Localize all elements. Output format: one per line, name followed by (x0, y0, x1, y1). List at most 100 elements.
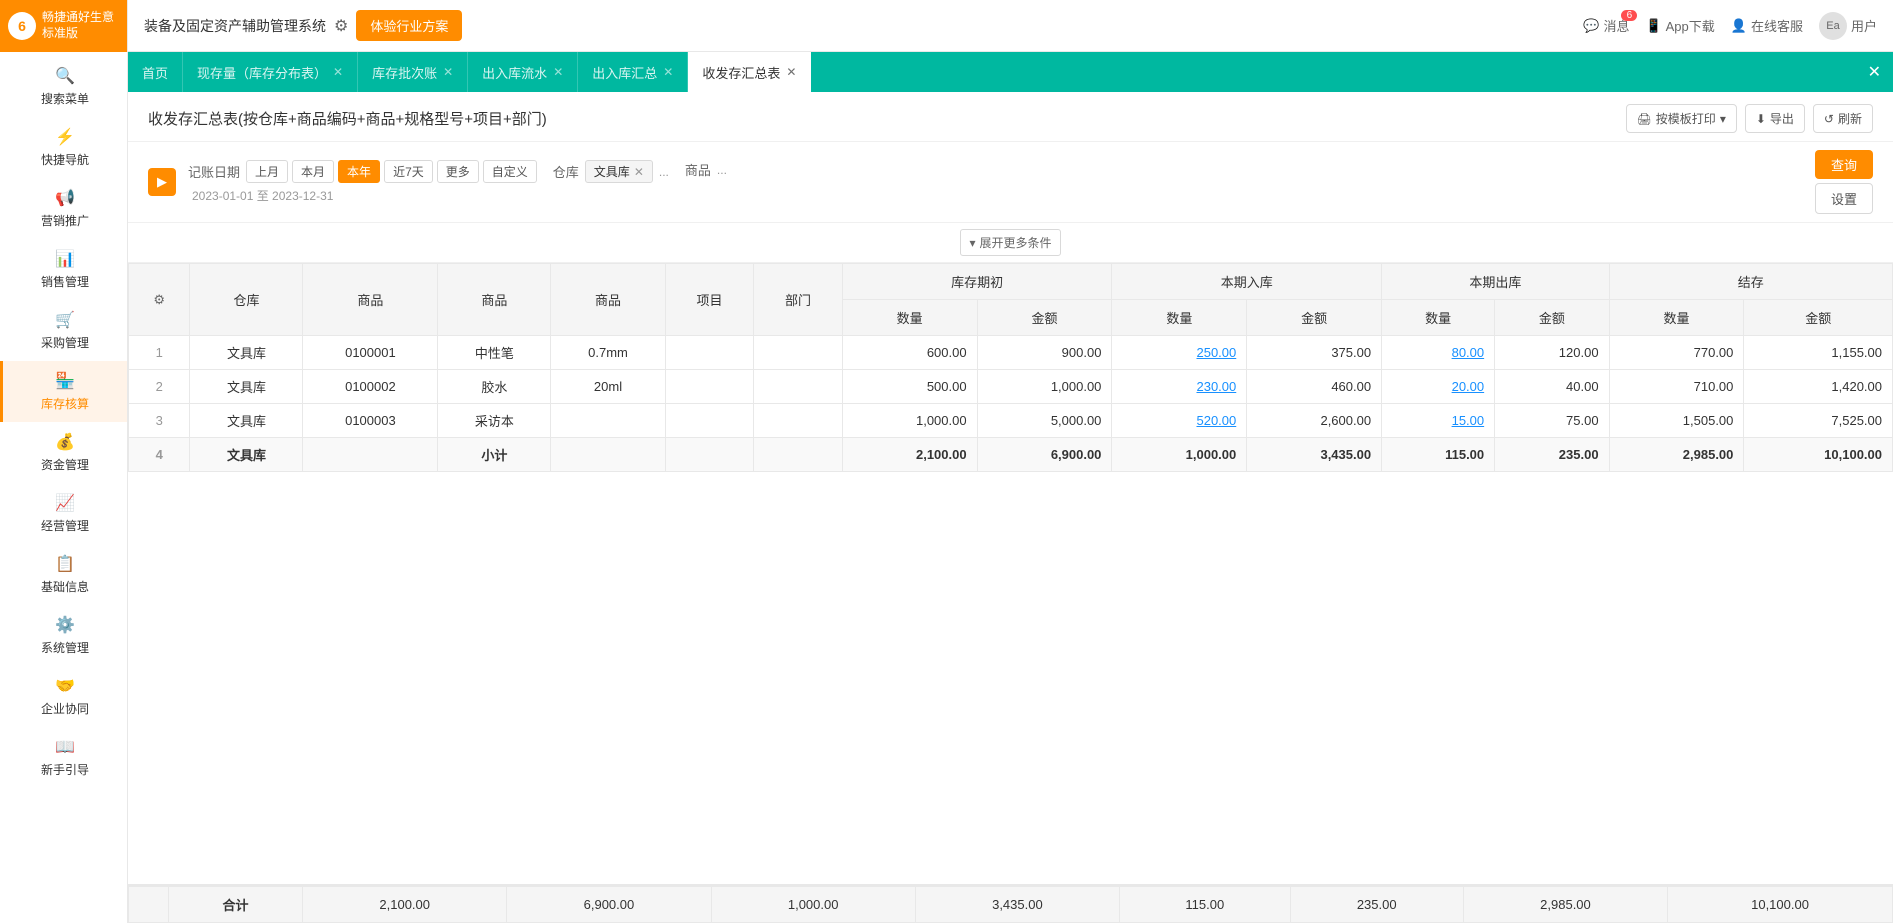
table-cell[interactable]: 250.00 (1112, 336, 1247, 370)
query-button[interactable]: 查询 (1815, 150, 1873, 179)
refresh-button[interactable]: ↺ 刷新 (1813, 104, 1873, 133)
tab-inout-flow[interactable]: 出入库流水 ✕ (468, 52, 578, 92)
table-cell: 710.00 (1609, 370, 1744, 404)
sidebar-item-search[interactable]: 🔍 搜索菜单 (0, 56, 127, 117)
table-cell: 500.00 (842, 370, 977, 404)
table-cell: 1,155.00 (1744, 336, 1893, 370)
table-cell: 0100003 (303, 404, 438, 438)
cell-link[interactable]: 250.00 (1196, 345, 1236, 360)
table-cell: 1,000.00 (1112, 438, 1247, 472)
tab-close-icon[interactable]: ✕ (786, 65, 796, 79)
tab-home[interactable]: 首页 (128, 52, 183, 92)
sidebar-item-system[interactable]: ⚙️ 系统管理 (0, 605, 127, 666)
cell-link[interactable]: 15.00 (1452, 413, 1485, 428)
tab-close-icon[interactable]: ✕ (663, 65, 673, 79)
print-button[interactable]: 🖨 按模板打印 ▾ (1626, 104, 1737, 133)
th-opening: 库存期初 (842, 264, 1112, 300)
cell-link[interactable]: 20.00 (1452, 379, 1485, 394)
tab-inout-summary[interactable]: 出入库汇总 ✕ (578, 52, 688, 92)
th-product-name: 商品 (438, 264, 551, 336)
sidebar-nav: 🔍 搜索菜单 ⚡ 快捷导航 📢 营销推广 📊 销售管理 🛒 采购管理 🏪 库存核… (0, 52, 127, 923)
tab-close-icon[interactable]: ✕ (333, 65, 343, 79)
date-btn-last-month[interactable]: 上月 (246, 160, 288, 183)
sidebar-item-business[interactable]: 📈 经营管理 (0, 483, 127, 544)
filter-toggle-arrow[interactable]: ▶ (148, 168, 176, 196)
sidebar-item-label: 快捷导航 (41, 151, 89, 168)
th-in: 本期入库 (1112, 264, 1382, 300)
sidebar-item-inventory[interactable]: 🏪 库存核算 (0, 361, 127, 422)
finance-icon: 💰 (55, 432, 75, 452)
sidebar-item-purchase[interactable]: 🛒 采购管理 (0, 300, 127, 361)
date-btn-more[interactable]: 更多 (437, 160, 479, 183)
table-cell: 文具库 (190, 404, 303, 438)
table-cell[interactable]: 520.00 (1112, 404, 1247, 438)
th-balance: 结存 (1609, 264, 1892, 300)
sidebar-item-marketing[interactable]: 📢 营销推广 (0, 178, 127, 239)
sidebar-item-finance[interactable]: 💰 资金管理 (0, 422, 127, 483)
sidebar-item-guide[interactable]: 📖 新手引导 (0, 727, 127, 788)
th-warehouse: 仓库 (190, 264, 303, 336)
column-settings-icon[interactable]: ⚙ (153, 292, 165, 307)
product-filter-row: 商品 ... (685, 160, 727, 179)
sidebar-item-basic[interactable]: 📋 基础信息 (0, 544, 127, 605)
sidebar-item-quick[interactable]: ⚡ 快捷导航 (0, 117, 127, 178)
sidebar-item-label: 库存核算 (41, 395, 89, 412)
product-filter-group: 商品 ... (685, 160, 727, 179)
expand-conditions-button[interactable]: ▾ 展开更多条件 (960, 229, 1060, 256)
product-filter-label: 商品 (685, 160, 711, 179)
table-cell: 胶水 (438, 370, 551, 404)
tab-batch[interactable]: 库存批次账 ✕ (358, 52, 468, 92)
message-action[interactable]: 💬 消息 6 (1583, 16, 1629, 35)
online-service-action[interactable]: 👤 在线客服 (1731, 16, 1803, 35)
search-icon: 🔍 (55, 66, 75, 86)
product-more[interactable]: ... (717, 163, 727, 177)
warehouse-more[interactable]: ... (659, 165, 669, 179)
th-out: 本期出库 (1382, 264, 1609, 300)
tab-close-icon[interactable]: ✕ (553, 65, 563, 79)
table-cell[interactable]: 15.00 (1382, 404, 1495, 438)
tab-inventory-dist[interactable]: 现存量（库存分布表） ✕ (183, 52, 358, 92)
user-action[interactable]: Ea 用户 (1819, 12, 1877, 40)
sidebar-item-label: 营销推广 (41, 212, 89, 229)
sidebar-item-collab[interactable]: 🤝 企业协同 (0, 666, 127, 727)
cell-link[interactable]: 80.00 (1452, 345, 1485, 360)
tab-close-icon[interactable]: ✕ (443, 65, 453, 79)
marketing-icon: 📢 (55, 188, 75, 208)
date-btn-7days[interactable]: 近7天 (384, 160, 433, 183)
header-right: 💬 消息 6 📱 App下载 👤 在线客服 Ea 用户 (1583, 12, 1877, 40)
table-cell (665, 370, 754, 404)
cell-link[interactable]: 520.00 (1196, 413, 1236, 428)
date-btn-custom[interactable]: 自定义 (483, 160, 537, 183)
table-cell (665, 438, 754, 472)
tab-stock-summary[interactable]: 收发存汇总表 ✕ (688, 52, 811, 92)
set-button[interactable]: 设置 (1815, 183, 1873, 214)
table-cell[interactable]: 230.00 (1112, 370, 1247, 404)
table-cell: 770.00 (1609, 336, 1744, 370)
message-icon: 💬 (1583, 18, 1599, 34)
cell-link[interactable]: 230.00 (1196, 379, 1236, 394)
table-cell[interactable]: 80.00 (1382, 336, 1495, 370)
sidebar-item-sales[interactable]: 📊 销售管理 (0, 239, 127, 300)
warehouse-tag-close[interactable]: ✕ (634, 165, 644, 179)
date-btn-this-month[interactable]: 本月 (292, 160, 334, 183)
chevron-down-icon: ▾ (969, 236, 975, 250)
th-settings[interactable]: ⚙ (129, 264, 190, 336)
th-in-amt: 金额 (1247, 300, 1382, 336)
table-cell: 小计 (438, 438, 551, 472)
export-button[interactable]: ⬇ 导出 (1745, 104, 1805, 133)
warehouse-tag[interactable]: 文具库 ✕ (585, 160, 653, 183)
message-badge: 6 (1621, 10, 1637, 21)
table-cell[interactable]: 20.00 (1382, 370, 1495, 404)
trial-button[interactable]: 体验行业方案 (356, 10, 462, 41)
row-index: 1 (129, 336, 190, 370)
quick-icon: ⚡ (55, 127, 75, 147)
filter-groups: 记账日期 上月 本月 本年 近7天 更多 自定义 2023-01-01 至 20… (188, 160, 1815, 204)
table-cell: 7,525.00 (1744, 404, 1893, 438)
tab-bar-close[interactable]: ✕ (1856, 62, 1893, 82)
table-cell: 120.00 (1495, 336, 1609, 370)
app-download-action[interactable]: 📱 App下载 (1645, 16, 1714, 35)
footer-bal-qty: 2,985.00 (1463, 887, 1667, 923)
settings-icon[interactable]: ⚙ (334, 16, 348, 36)
date-btn-this-year[interactable]: 本年 (338, 160, 380, 183)
table-cell: 2,600.00 (1247, 404, 1382, 438)
